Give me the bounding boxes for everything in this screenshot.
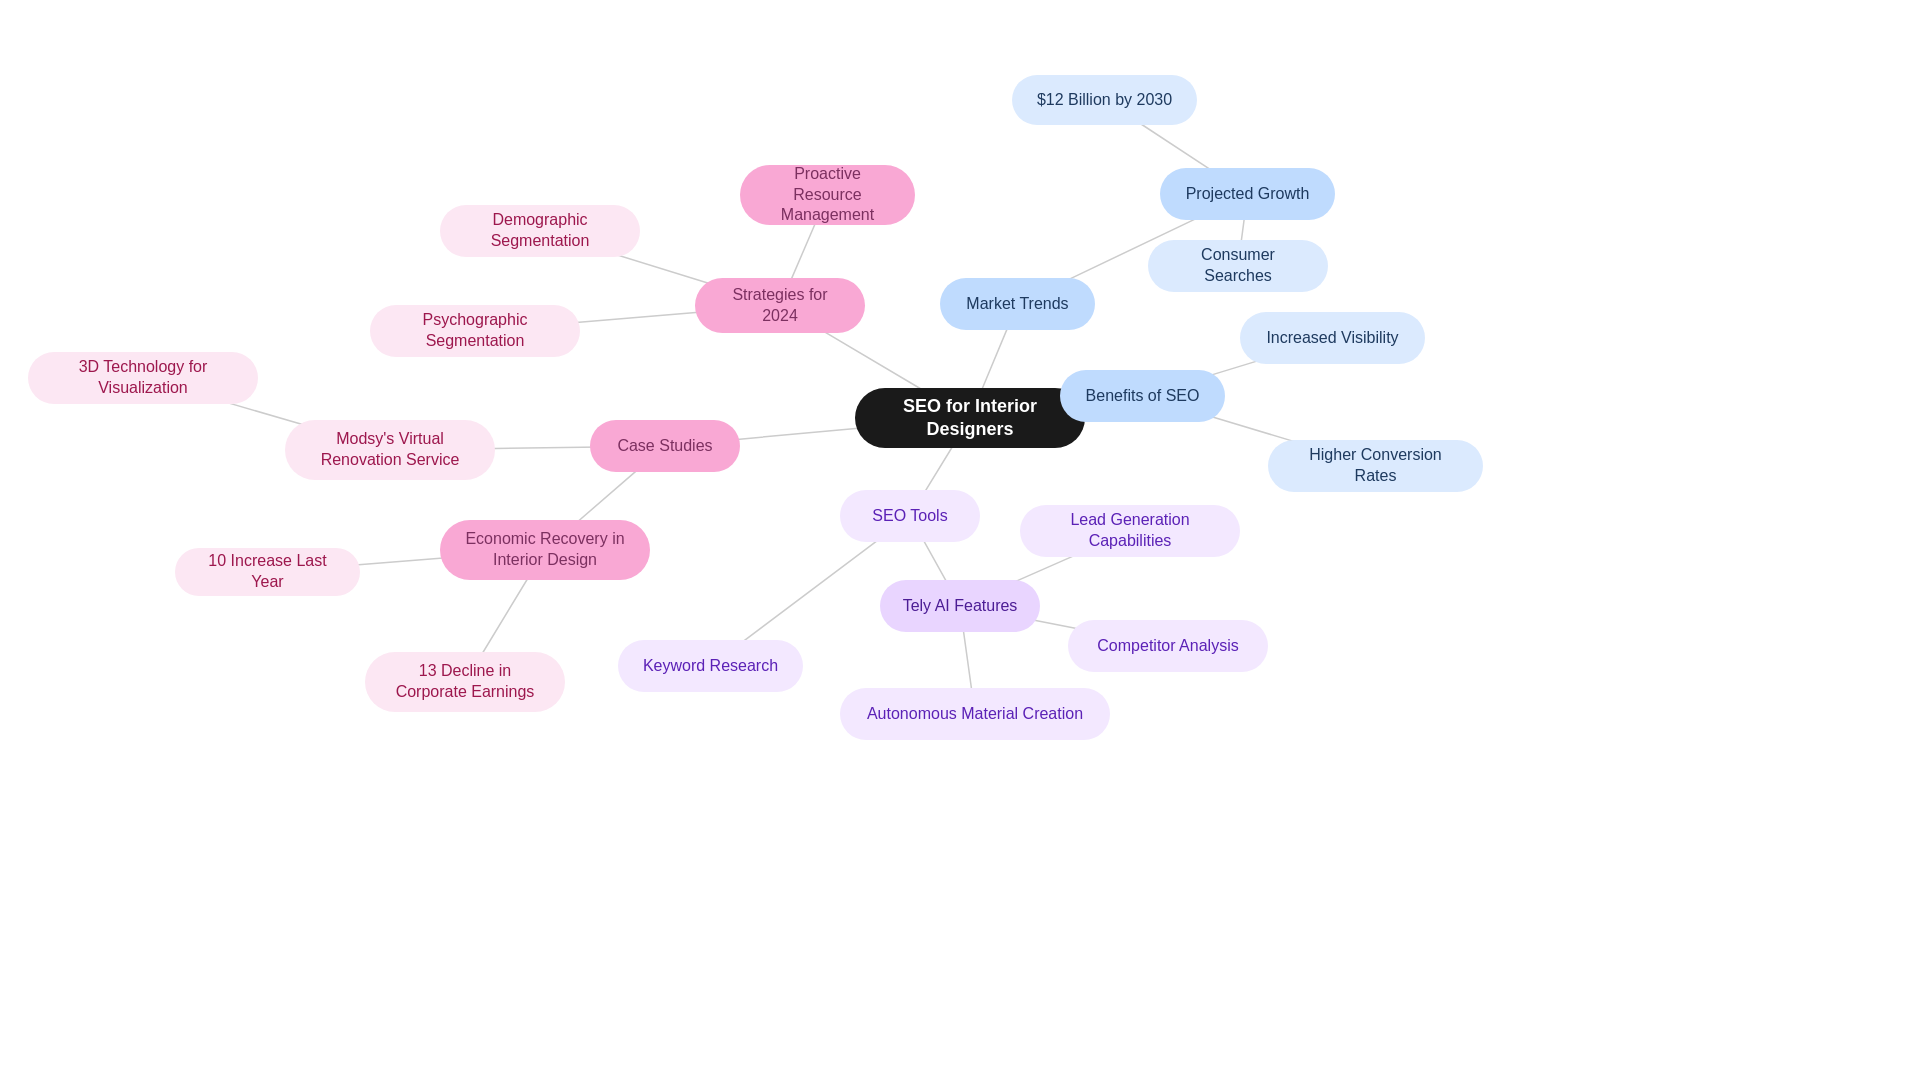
node-keyword: Keyword Research xyxy=(618,640,803,692)
node-visibility: Increased Visibility xyxy=(1240,312,1425,364)
svg-line-12 xyxy=(922,538,947,584)
node-economic: Economic Recovery in Interior Design xyxy=(440,520,650,580)
center-node: SEO for Interior Designers xyxy=(855,388,1085,448)
node-increase: 10 Increase Last Year xyxy=(175,548,360,596)
svg-line-2 xyxy=(611,253,708,283)
node-market-trends: Market Trends xyxy=(940,278,1095,330)
svg-line-10 xyxy=(924,444,955,494)
svg-line-13 xyxy=(1010,553,1080,584)
svg-line-0 xyxy=(819,329,926,393)
svg-line-18 xyxy=(1137,121,1214,172)
svg-line-11 xyxy=(740,538,881,644)
node-proactive: Proactive Resource Management xyxy=(740,165,915,225)
svg-line-21 xyxy=(1213,360,1260,374)
svg-line-5 xyxy=(479,447,601,449)
node-autonomous: Autonomous Material Creation xyxy=(840,688,1110,740)
svg-line-7 xyxy=(574,468,639,524)
node-psychographic: Psychographic Segmentation xyxy=(370,305,580,357)
node-consumer: Consumer Searches xyxy=(1148,240,1328,292)
svg-line-1 xyxy=(790,221,816,283)
node-3d-tech: 3D Technology for Visualization xyxy=(28,352,258,404)
node-projected: Projected Growth xyxy=(1160,168,1335,220)
node-conversion: Higher Conversion Rates xyxy=(1268,440,1483,492)
mindmap-container: SEO for Interior Designers Strategies for… xyxy=(0,0,1920,1083)
connections-svg xyxy=(0,0,1920,1083)
node-strategies: Strategies for 2024 xyxy=(695,278,865,333)
node-modsy: Modsy's Virtual Renovation Service xyxy=(285,420,495,480)
node-decline: 13 Decline in Corporate Earnings xyxy=(365,652,565,712)
node-demographic: Demographic Segmentation xyxy=(440,205,640,257)
node-case-studies: Case Studies xyxy=(590,420,740,472)
svg-line-8 xyxy=(346,557,456,566)
svg-line-4 xyxy=(729,427,873,440)
svg-line-16 xyxy=(981,326,1009,392)
node-competitor: Competitor Analysis xyxy=(1068,620,1268,672)
svg-line-9 xyxy=(480,576,529,657)
node-lead-gen: Lead Generation Capabilities xyxy=(1020,505,1240,557)
svg-line-3 xyxy=(564,312,708,324)
node-12billion: $12 Billion by 2030 xyxy=(1012,75,1197,125)
node-benefits: Benefits of SEO xyxy=(1060,370,1225,422)
node-tely-ai: Tely AI Features xyxy=(880,580,1040,632)
svg-line-15 xyxy=(963,628,972,692)
node-seo-tools: SEO Tools xyxy=(840,490,980,542)
